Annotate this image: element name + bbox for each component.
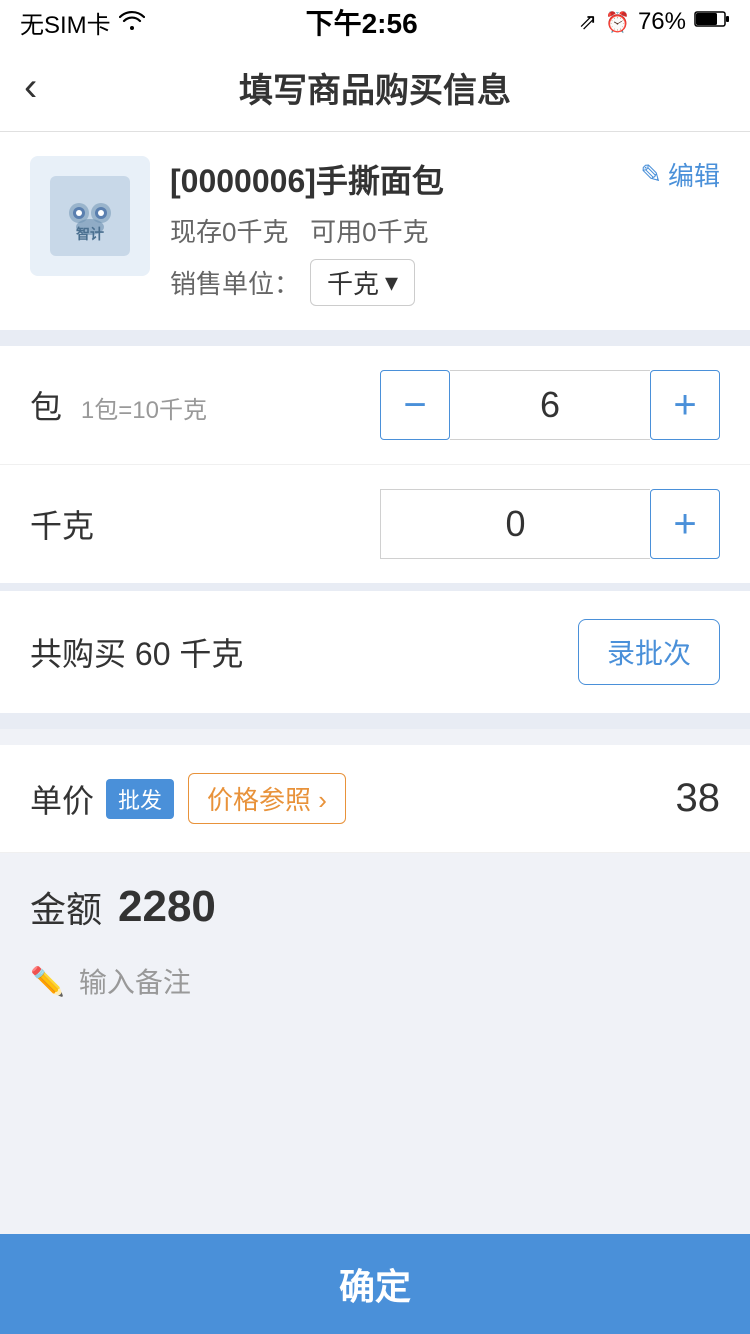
bag-increase-button[interactable]: + <box>650 370 720 440</box>
product-card: 智计 [0000006]手撕面包 现存0千克 可用0千克 销售单位： 千克 ▾ … <box>0 132 750 330</box>
chevron-down-icon: ▾ <box>385 267 398 298</box>
confirm-button[interactable]: 确定 <box>0 1234 750 1334</box>
status-time: 下午2:56 <box>306 2 418 42</box>
batch-button[interactable]: 录批次 <box>578 619 720 685</box>
summary-row: 共购买 60 千克 录批次 <box>0 591 750 713</box>
input-section: 包 1包=10千克 − + 千克 + <box>0 346 750 583</box>
product-unit-row: 销售单位： 千克 ▾ <box>170 259 720 306</box>
price-type-badge: 批发 <box>106 779 174 819</box>
unit-select[interactable]: 千克 ▾ <box>310 259 415 306</box>
price-value: 38 <box>676 776 721 821</box>
alarm-icon: ⏰ <box>605 10 630 35</box>
price-label: 单价 <box>30 776 94 822</box>
product-image: 智计 <box>30 156 150 276</box>
product-stock: 现存0千克 可用0千克 <box>170 212 720 249</box>
bag-label: 包 1包=10千克 <box>30 382 380 428</box>
bag-decrease-button[interactable]: − <box>380 370 450 440</box>
location-icon: ⇗ <box>579 9 597 35</box>
svg-text:智计: 智计 <box>75 226 104 241</box>
bottom-spacer <box>0 1011 750 1271</box>
kg-input-controls: + <box>380 489 720 559</box>
status-left: 无SIM卡 <box>20 5 145 40</box>
remark-row[interactable]: ✏️ 输入备注 <box>30 951 720 1011</box>
amount-value: 2280 <box>118 882 216 932</box>
kg-label: 千克 <box>30 501 380 547</box>
kg-input-row: 千克 + <box>0 465 750 583</box>
status-bar: 无SIM卡 下午2:56 ⇗ ⏰ 76% <box>0 0 750 44</box>
summary-section: 共购买 60 千克 录批次 <box>0 583 750 713</box>
summary-text: 共购买 60 千克 <box>30 629 243 675</box>
bag-input-controls: − + <box>380 370 720 440</box>
wifi-icon <box>119 8 145 37</box>
product-info: [0000006]手撕面包 现存0千克 可用0千克 销售单位： 千克 ▾ <box>170 156 720 306</box>
nav-bar: ‹ 填写商品购买信息 <box>0 44 750 132</box>
amount-label: 金额 <box>30 881 102 933</box>
battery-icon <box>694 8 730 36</box>
bag-quantity-input[interactable] <box>450 370 650 440</box>
amount-section: 金额 2280 ✏️ 输入备注 <box>0 853 750 1011</box>
price-row: 单价 批发 价格参照 › 38 <box>0 745 750 853</box>
status-right: ⇗ ⏰ 76% <box>579 8 730 36</box>
product-logo: 智计 <box>50 176 130 256</box>
back-button[interactable]: ‹ <box>24 65 37 110</box>
edit-button[interactable]: ✎ 编辑 <box>640 156 720 193</box>
remark-placeholder: 输入备注 <box>79 961 191 1001</box>
price-reference-button[interactable]: 价格参照 › <box>188 773 346 824</box>
section-divider-2 <box>0 713 750 729</box>
edit-icon: ✎ <box>640 159 662 190</box>
carrier-text: 无SIM卡 <box>20 5 111 40</box>
amount-row: 金额 2280 <box>30 881 720 933</box>
page-title: 填写商品购买信息 <box>239 63 511 112</box>
price-ref-label: 价格参照 › <box>207 780 327 817</box>
price-section: 单价 批发 价格参照 › 38 <box>0 745 750 853</box>
kg-quantity-input[interactable] <box>380 489 650 559</box>
product-name: [0000006]手撕面包 <box>170 156 720 202</box>
bag-input-row: 包 1包=10千克 − + <box>0 346 750 465</box>
section-divider-1 <box>0 330 750 346</box>
kg-increase-button[interactable]: + <box>650 489 720 559</box>
pencil-icon: ✏️ <box>30 965 65 998</box>
battery-text: 76% <box>638 8 686 36</box>
